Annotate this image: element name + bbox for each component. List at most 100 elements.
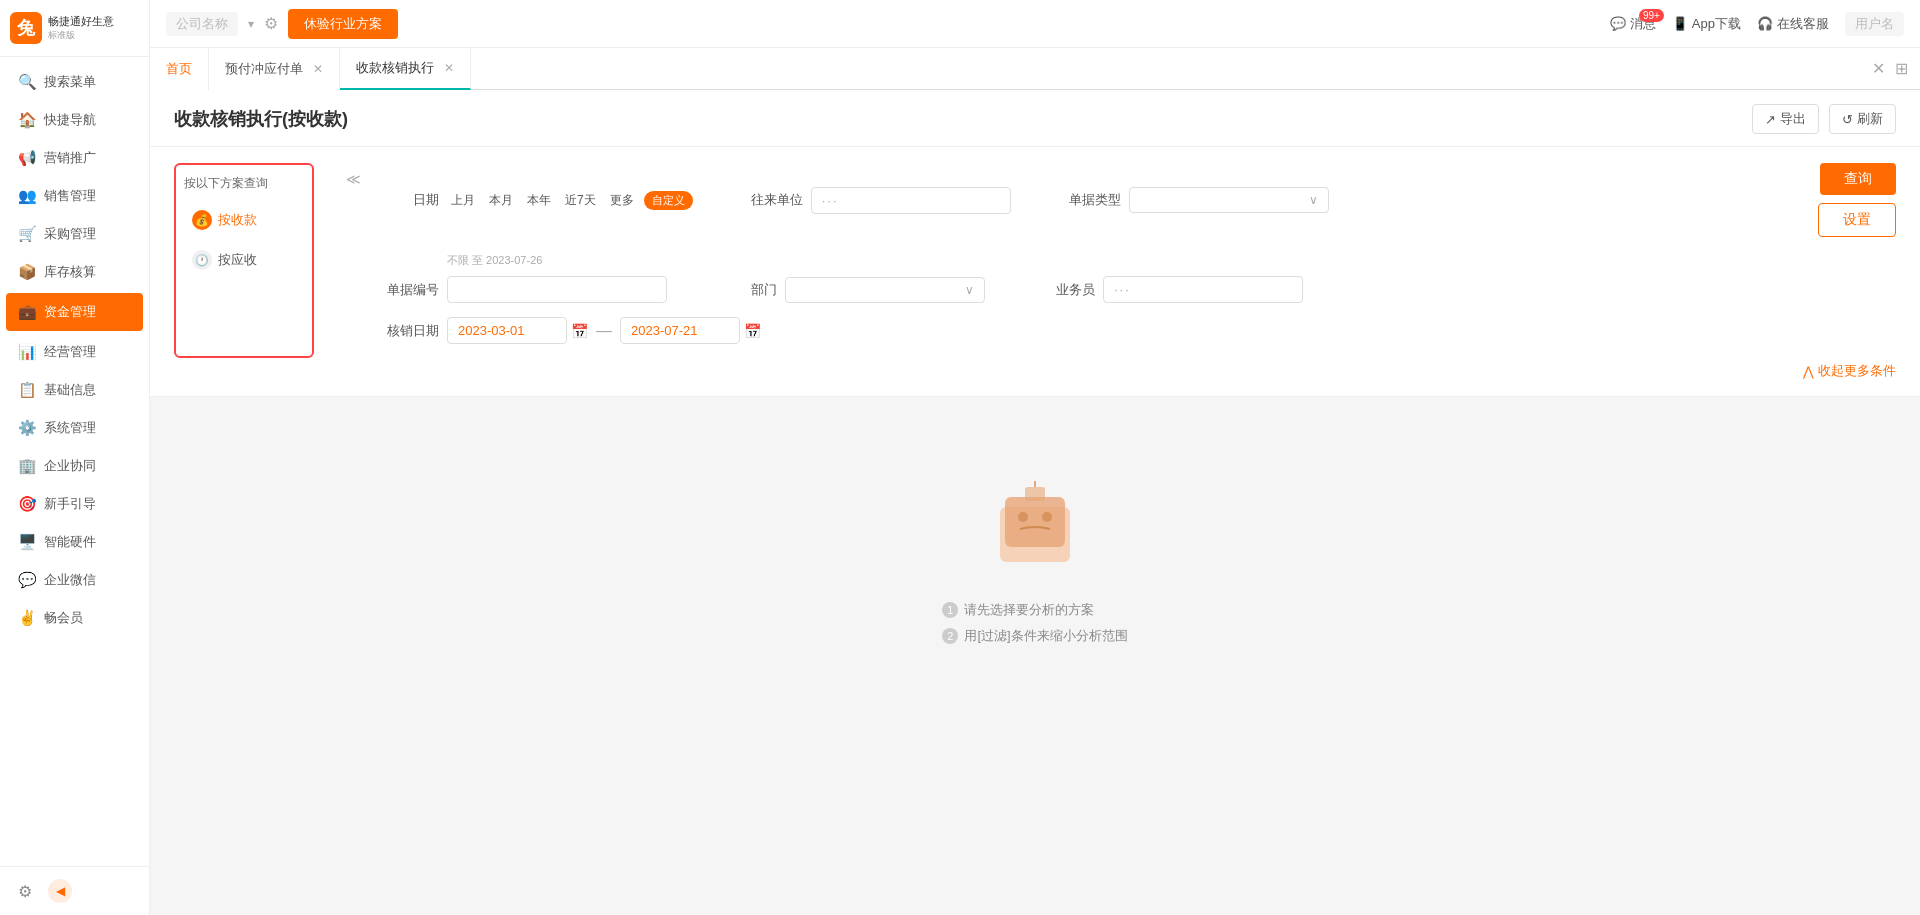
search-icon: 🔍 [18, 73, 36, 91]
bill-type-arrow: ∨ [1309, 193, 1318, 207]
empty-illustration [985, 477, 1085, 577]
date-range-sep: — [596, 322, 612, 340]
staff-select[interactable]: ··· [1103, 276, 1303, 303]
counterpart-select[interactable]: ··· [811, 187, 1011, 214]
date-shortcut-lastmonth[interactable]: 上月 [447, 190, 479, 211]
tab-prepay-close[interactable]: ✕ [313, 62, 323, 76]
sidebar-item-purchase[interactable]: 🛒 采购管理 [0, 215, 149, 253]
date-hint: 不限 至 2023-07-26 [447, 253, 542, 268]
date-shortcut-thismonth[interactable]: 本月 [485, 190, 517, 211]
tip-num-1: 1 [942, 602, 958, 618]
staff-field: 业务员 ··· [1025, 276, 1896, 303]
sidebar-item-inventory[interactable]: 📦 库存核算 [0, 253, 149, 291]
verify-date-end-input: 📅 [620, 317, 761, 344]
sidebar-gear-button[interactable]: ⚙ [18, 882, 32, 901]
tab-receipt[interactable]: 收款核销执行 ✕ [340, 48, 471, 90]
purchase-icon: 🛒 [18, 225, 36, 243]
staff-dots: ··· [1114, 282, 1131, 297]
sidebar-item-search[interactable]: 🔍 搜索菜单 [0, 63, 149, 101]
tip-num-2: 2 [942, 628, 958, 644]
query-button[interactable]: 查询 [1820, 163, 1896, 195]
topbar-dropdown-icon[interactable]: ▾ [248, 17, 254, 31]
sidebar-item-basic[interactable]: 📋 基础信息 [0, 371, 149, 409]
tab-prepay[interactable]: 预付冲应付单 ✕ [209, 48, 340, 90]
sidebar-item-quicknav[interactable]: 🏠 快捷导航 [0, 101, 149, 139]
tab-home[interactable]: 首页 [150, 48, 209, 90]
sidebar-item-hardware[interactable]: 🖥️ 智能硬件 [0, 523, 149, 561]
calendar-end-icon[interactable]: 📅 [744, 323, 761, 339]
bill-type-select[interactable]: ∨ [1129, 187, 1329, 213]
filter-row-3: 核销日期 📅 — 📅 [369, 317, 1896, 344]
online-service-button[interactable]: 🎧 在线客服 [1757, 15, 1829, 33]
collapse-more-row: ⋀ 收起更多条件 [150, 358, 1920, 397]
counterpart-dots: ··· [822, 193, 839, 208]
topbar-left: 公司名称 ▾ ⚙ 休验行业方案 [166, 9, 398, 39]
filter-body: 按以下方案查询 💰 按收款 🕐 按应收 ≪ [150, 147, 1920, 358]
filter-row-1: 日期 上月 本月 本年 近7天 更多 自定义 往来单位 [369, 163, 1896, 237]
empty-state: 1 请先选择要分析的方案 2 用[过滤]条件来缩小分析范围 [150, 397, 1920, 729]
page-header: 收款核销执行(按收款) ↗ 导出 ↺ 刷新 [150, 90, 1920, 147]
dept-field: 部门 ∨ [707, 277, 985, 303]
company-name: 公司名称 [166, 12, 238, 36]
tip-item-2: 2 用[过滤]条件来缩小分析范围 [942, 623, 1127, 649]
verify-end-field[interactable] [620, 317, 740, 344]
date-shortcuts: 上月 本月 本年 近7天 更多 自定义 [447, 190, 693, 211]
filter-sidebar-collapse-icon[interactable]: ≪ [338, 167, 369, 191]
sidebar-item-wechat[interactable]: 💬 企业微信 [0, 561, 149, 599]
tab-receipt-close[interactable]: ✕ [444, 61, 454, 75]
verify-date-field: 核销日期 📅 — 📅 [369, 317, 1896, 344]
staff-label: 业务员 [1025, 281, 1095, 299]
date-field: 日期 上月 本月 本年 近7天 更多 自定义 [369, 190, 693, 211]
verify-date-range: 📅 — 📅 [447, 317, 761, 344]
dept-select[interactable]: ∨ [785, 277, 985, 303]
filter-section: 按以下方案查询 💰 按收款 🕐 按应收 ≪ [150, 147, 1920, 397]
receipt-option-icon: 💰 [192, 210, 212, 230]
bill-no-input[interactable] [447, 276, 667, 303]
settings-button[interactable]: 设置 [1818, 203, 1896, 237]
svg-rect-1 [1005, 497, 1065, 547]
tab-expand-icon[interactable]: ⊞ [1895, 59, 1908, 78]
message-button[interactable]: 💬 消息 99+ [1610, 15, 1656, 33]
sidebar-item-guide[interactable]: 🎯 新手引导 [0, 485, 149, 523]
date-shortcut-more[interactable]: 更多 [606, 190, 638, 211]
system-icon: ⚙️ [18, 419, 36, 437]
bill-no-label: 单据编号 [369, 281, 439, 299]
date-shortcut-custom[interactable]: 自定义 [644, 191, 693, 210]
export-button[interactable]: ↗ 导出 [1752, 104, 1819, 134]
date-shortcut-7days[interactable]: 近7天 [561, 190, 600, 211]
sidebar-item-sales[interactable]: 👥 销售管理 [0, 177, 149, 215]
page-title: 收款核销执行(按收款) [174, 107, 348, 143]
sidebar-item-enterprise[interactable]: 🏢 企业协同 [0, 447, 149, 485]
topbar-gear-icon[interactable]: ⚙ [264, 14, 278, 33]
filter-option-by-receipt[interactable]: 💰 按收款 [184, 202, 304, 238]
headset-icon: 🎧 [1757, 16, 1773, 31]
dept-label: 部门 [707, 281, 777, 299]
calendar-start-icon[interactable]: 📅 [571, 323, 588, 339]
date-label: 日期 [369, 191, 439, 209]
app-download-button[interactable]: 📱 App下载 [1672, 15, 1741, 33]
hardware-icon: 🖥️ [18, 533, 36, 551]
tip-item-1: 1 请先选择要分析的方案 [942, 597, 1127, 623]
empty-tip: 1 请先选择要分析的方案 2 用[过滤]条件来缩小分析范围 [942, 597, 1127, 649]
filter-sidebar: 按以下方案查询 💰 按收款 🕐 按应收 [174, 163, 314, 358]
industry-button[interactable]: 休验行业方案 [288, 9, 398, 39]
date-shortcut-thisyear[interactable]: 本年 [523, 190, 555, 211]
filter-option-by-receivable[interactable]: 🕐 按应收 [184, 242, 304, 278]
collapse-more-button[interactable]: ⋀ 收起更多条件 [1803, 362, 1896, 380]
home-icon: 🏠 [18, 111, 36, 129]
verify-start-field[interactable] [447, 317, 567, 344]
counterpart-label: 往来单位 [733, 191, 803, 209]
sidebar-collapse-button[interactable]: ◀ [48, 879, 72, 903]
tab-close-all-icon[interactable]: ✕ [1872, 59, 1885, 78]
enterprise-icon: 🏢 [18, 457, 36, 475]
marketing-icon: 📢 [18, 149, 36, 167]
sidebar-item-member[interactable]: ✌️ 畅会员 [0, 599, 149, 637]
verify-date-label: 核销日期 [369, 322, 439, 340]
sidebar-item-system[interactable]: ⚙️ 系统管理 [0, 409, 149, 447]
refresh-button[interactable]: ↺ 刷新 [1829, 104, 1896, 134]
sidebar-item-operation[interactable]: 📊 经营管理 [0, 333, 149, 371]
export-icon: ↗ [1765, 112, 1776, 127]
sidebar-item-finance[interactable]: 💼 资金管理 [6, 293, 143, 331]
dept-arrow: ∨ [965, 283, 974, 297]
sidebar-item-marketing[interactable]: 📢 营销推广 [0, 139, 149, 177]
